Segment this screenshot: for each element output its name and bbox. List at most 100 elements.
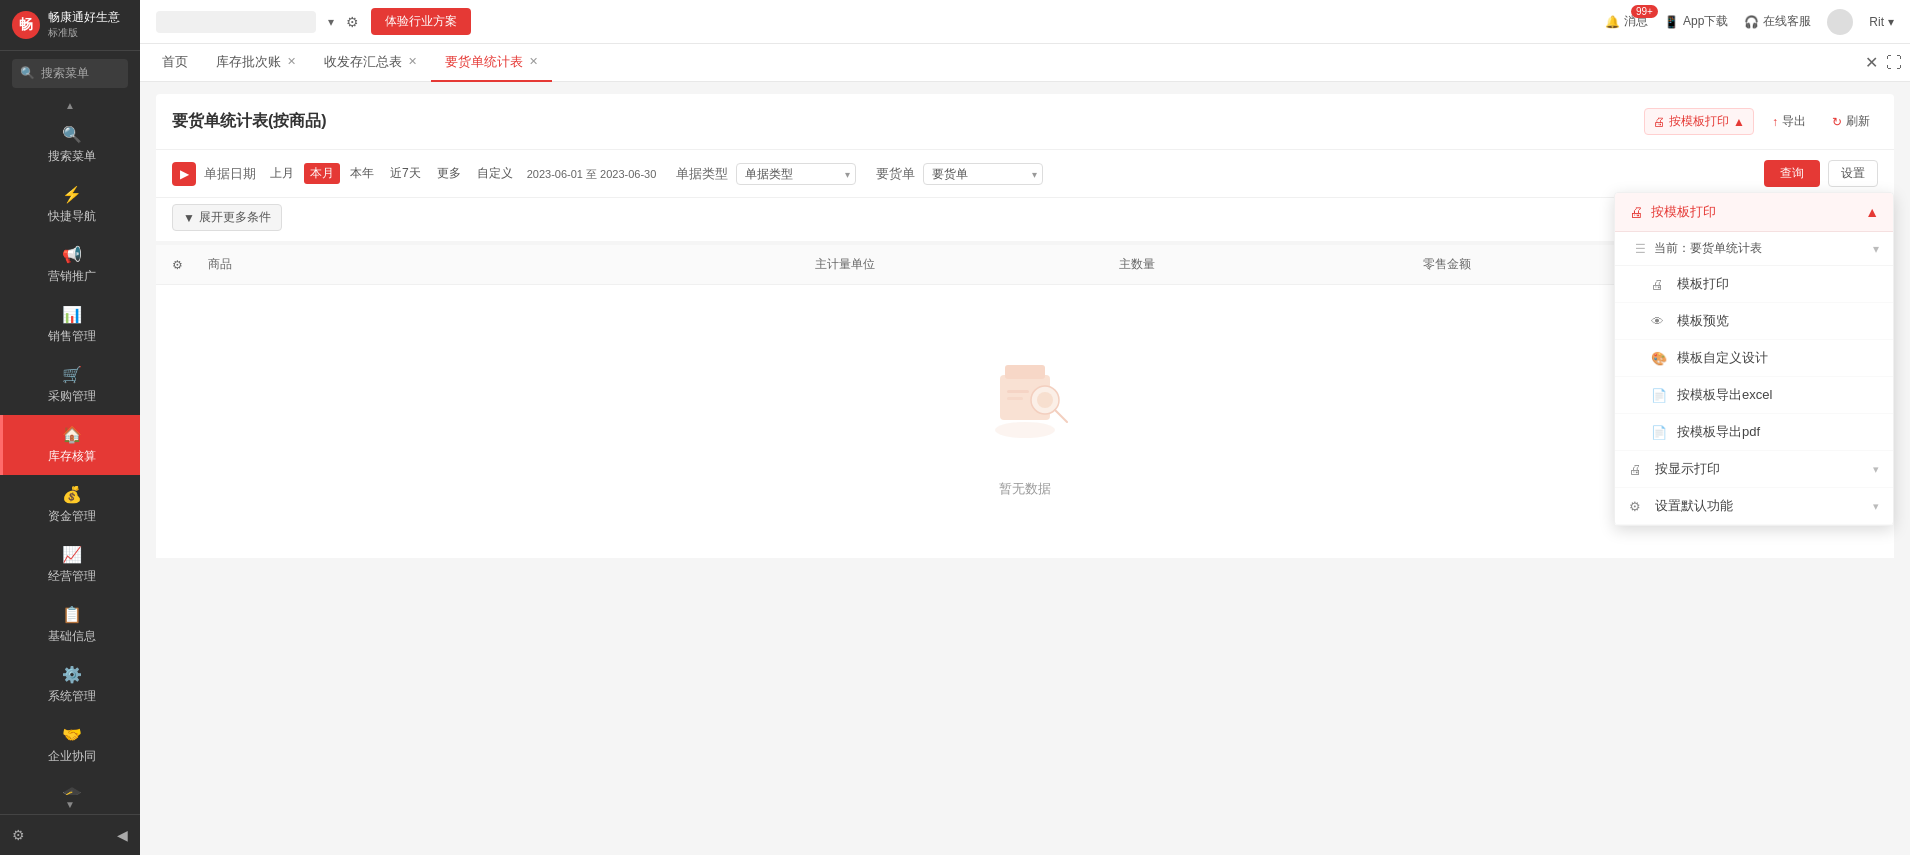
app-download-action[interactable]: 📱 App下载 — [1664, 13, 1728, 30]
maximize-window-button[interactable]: ⛶ — [1886, 54, 1902, 72]
tab-close-order-stats[interactable]: ✕ — [529, 55, 538, 68]
collapse-sidebar-icon[interactable]: ◀ — [117, 827, 128, 843]
template-print-icon: 🖨 — [1651, 277, 1667, 292]
search-icon: 🔍 — [62, 125, 82, 144]
header-gear-icon[interactable]: ⚙ — [346, 14, 359, 30]
query-button[interactable]: 查询 — [1764, 160, 1820, 187]
current-template-row[interactable]: ☰ 当前：要货单统计表 ▾ — [1615, 232, 1893, 266]
dropdown-expandable-set-default[interactable]: ⚙设置默认功能▾ — [1615, 488, 1893, 525]
sidebar-item-basic[interactable]: 📋基础信息 — [0, 595, 140, 655]
set-default-icon: ⚙ — [1629, 499, 1645, 514]
user-avatar[interactable] — [1827, 9, 1853, 35]
inventory-icon: 🏠 — [62, 425, 82, 444]
online-service-action[interactable]: 🎧 在线客服 — [1744, 13, 1811, 30]
nav-label-operation: 经营管理 — [48, 568, 96, 585]
basic-icon: 📋 — [62, 605, 82, 624]
header-dropdown-icon[interactable]: ▾ — [328, 15, 334, 29]
sidebar-search-area[interactable]: 🔍 搜索菜单 — [0, 51, 140, 96]
sidebar-item-purchase[interactable]: 🛒采购管理 — [0, 355, 140, 415]
date-btn-this_month[interactable]: 本月 — [304, 163, 340, 184]
tab-label-inventory-batch: 库存批次账 — [216, 53, 281, 71]
sidebar-item-finance[interactable]: 💰 资金管理 — [0, 475, 140, 535]
logo-title: 畅康通好生意 — [48, 10, 120, 26]
sidebar-item-sales[interactable]: 📊销售管理 — [0, 295, 140, 355]
sidebar-scroll-down[interactable]: ▼ — [63, 797, 77, 812]
logo-text-block: 畅康通好生意 标准版 — [48, 10, 120, 40]
close-window-button[interactable]: ✕ — [1865, 53, 1878, 72]
sidebar-item-collab[interactable]: 🤝企业协同 — [0, 715, 140, 775]
sidebar-item-search[interactable]: 🔍 搜索菜单 — [0, 115, 140, 175]
goods-filter-select-wrap[interactable]: 要货单 — [923, 163, 1043, 185]
sidebar-item-system[interactable]: ⚙️系统管理 — [0, 655, 140, 715]
dropdown-item-template-pdf[interactable]: 📄按模板导出pdf — [1615, 414, 1893, 451]
filter-expand-button[interactable]: ▶ — [172, 162, 196, 186]
tab-inventory-batch[interactable]: 库存批次账 ✕ — [202, 44, 310, 82]
nav-label-finance: 资金管理 — [48, 508, 96, 525]
user-dropdown-icon: ▾ — [1888, 15, 1894, 29]
sidebar-item-marketing[interactable]: 📢营销推广 — [0, 235, 140, 295]
dropdown-item-template-preview[interactable]: 👁模板预览 — [1615, 303, 1893, 340]
user-name-display[interactable]: Rit ▾ — [1869, 15, 1894, 29]
tab-receipt-summary[interactable]: 收发存汇总表 ✕ — [310, 44, 431, 82]
tab-close-receipt-summary[interactable]: ✕ — [408, 55, 417, 68]
dropdown-collapse-button[interactable]: ▲ — [1865, 204, 1879, 220]
export-button[interactable]: ↑ 导出 — [1764, 109, 1814, 134]
sidebar-item-shortcut[interactable]: ⚡快捷导航 — [0, 175, 140, 235]
nav-label-search: 搜索菜单 — [48, 148, 96, 165]
order-type-select[interactable]: 单据类型 — [736, 163, 856, 185]
tab-close-inventory-batch[interactable]: ✕ — [287, 55, 296, 68]
sidebar-bottom: ⚙ ◀ — [0, 814, 140, 855]
sidebar-item-inventory[interactable]: 🏠 库存核算 — [0, 415, 140, 475]
dropdown-expandable-display-print[interactable]: 🖨按显示打印▾ — [1615, 451, 1893, 488]
table-col-goods: 商品 — [208, 256, 815, 273]
table-col-settings[interactable]: ⚙ — [172, 258, 208, 272]
settings-button[interactable]: 设置 — [1828, 160, 1878, 187]
sidebar-scroll-up[interactable]: ▲ — [63, 98, 77, 113]
user-name-text: Rit — [1869, 15, 1884, 29]
template-preview-icon: 👁 — [1651, 314, 1667, 329]
sidebar-nav: 🔍 搜索菜单 ⚡快捷导航📢营销推广📊销售管理🛒采购管理 🏠 库存核算 💰 资金管理 📈经营管理… — [0, 115, 140, 795]
order-type-label: 单据类型 — [676, 165, 728, 183]
refresh-label: 刷新 — [1846, 113, 1870, 130]
tab-order-stats[interactable]: 要货单统计表 ✕ — [431, 44, 552, 82]
display-print-icon: 🖨 — [1629, 462, 1645, 477]
col-settings-icon[interactable]: ⚙ — [172, 258, 183, 272]
print-template-button[interactable]: 🖨 按模板打印 ▲ — [1644, 108, 1754, 135]
finance-icon: 💰 — [62, 485, 82, 504]
dropdown-item-template-excel[interactable]: 📄按模板导出excel — [1615, 377, 1893, 414]
shortcut-icon: ⚡ — [62, 185, 82, 204]
nav-label-marketing: 营销推广 — [48, 268, 96, 285]
tab-home[interactable]: 首页 — [148, 44, 202, 82]
print-template-label: 按模板打印 — [1669, 113, 1729, 130]
sidebar-item-operation[interactable]: 📈经营管理 — [0, 535, 140, 595]
online-service-label: 在线客服 — [1763, 13, 1811, 30]
date-btn-this_year[interactable]: 本年 — [344, 163, 380, 184]
expand-icon: ▼ — [183, 211, 195, 225]
settings-gear-icon[interactable]: ⚙ — [12, 827, 25, 843]
date-btn-custom[interactable]: 自定义 — [471, 163, 519, 184]
nav-label-purchase: 采购管理 — [48, 388, 96, 405]
tab-label-order-stats: 要货单统计表 — [445, 53, 523, 71]
export-label: 导出 — [1782, 113, 1806, 130]
date-btn-more[interactable]: 更多 — [431, 163, 467, 184]
display-print-label: 按显示打印 — [1655, 460, 1863, 478]
empty-text: 暂无数据 — [999, 480, 1051, 498]
collab-icon: 🤝 — [62, 725, 82, 744]
order-type-select-wrap[interactable]: 单据类型 — [736, 163, 856, 185]
expand-more-button[interactable]: ▼ 展开更多条件 — [172, 204, 282, 231]
phone-icon: 📱 — [1664, 15, 1679, 29]
sidebar-logo: 畅 畅康通好生意 标准版 — [0, 0, 140, 51]
dropdown-item-template-custom[interactable]: 🎨模板自定义设计 — [1615, 340, 1893, 377]
search-menu-button[interactable]: 🔍 搜索菜单 — [12, 59, 128, 88]
messages-action[interactable]: 🔔 消息 99+ — [1605, 13, 1648, 30]
nav-label-inventory: 库存核算 — [48, 448, 96, 465]
date-btn-last7days[interactable]: 近7天 — [384, 163, 427, 184]
header-search-input[interactable] — [156, 11, 316, 33]
goods-filter-select[interactable]: 要货单 — [923, 163, 1043, 185]
trial-plan-button[interactable]: 体验行业方案 — [371, 8, 471, 35]
sidebar-item-guide[interactable]: 🎓新手引导 — [0, 775, 140, 795]
dropdown-item-template-print[interactable]: 🖨模板打印 — [1615, 266, 1893, 303]
date-btn-prev_month[interactable]: 上月 — [264, 163, 300, 184]
app-download-label: App下载 — [1683, 13, 1728, 30]
refresh-button[interactable]: ↻ 刷新 — [1824, 109, 1878, 134]
